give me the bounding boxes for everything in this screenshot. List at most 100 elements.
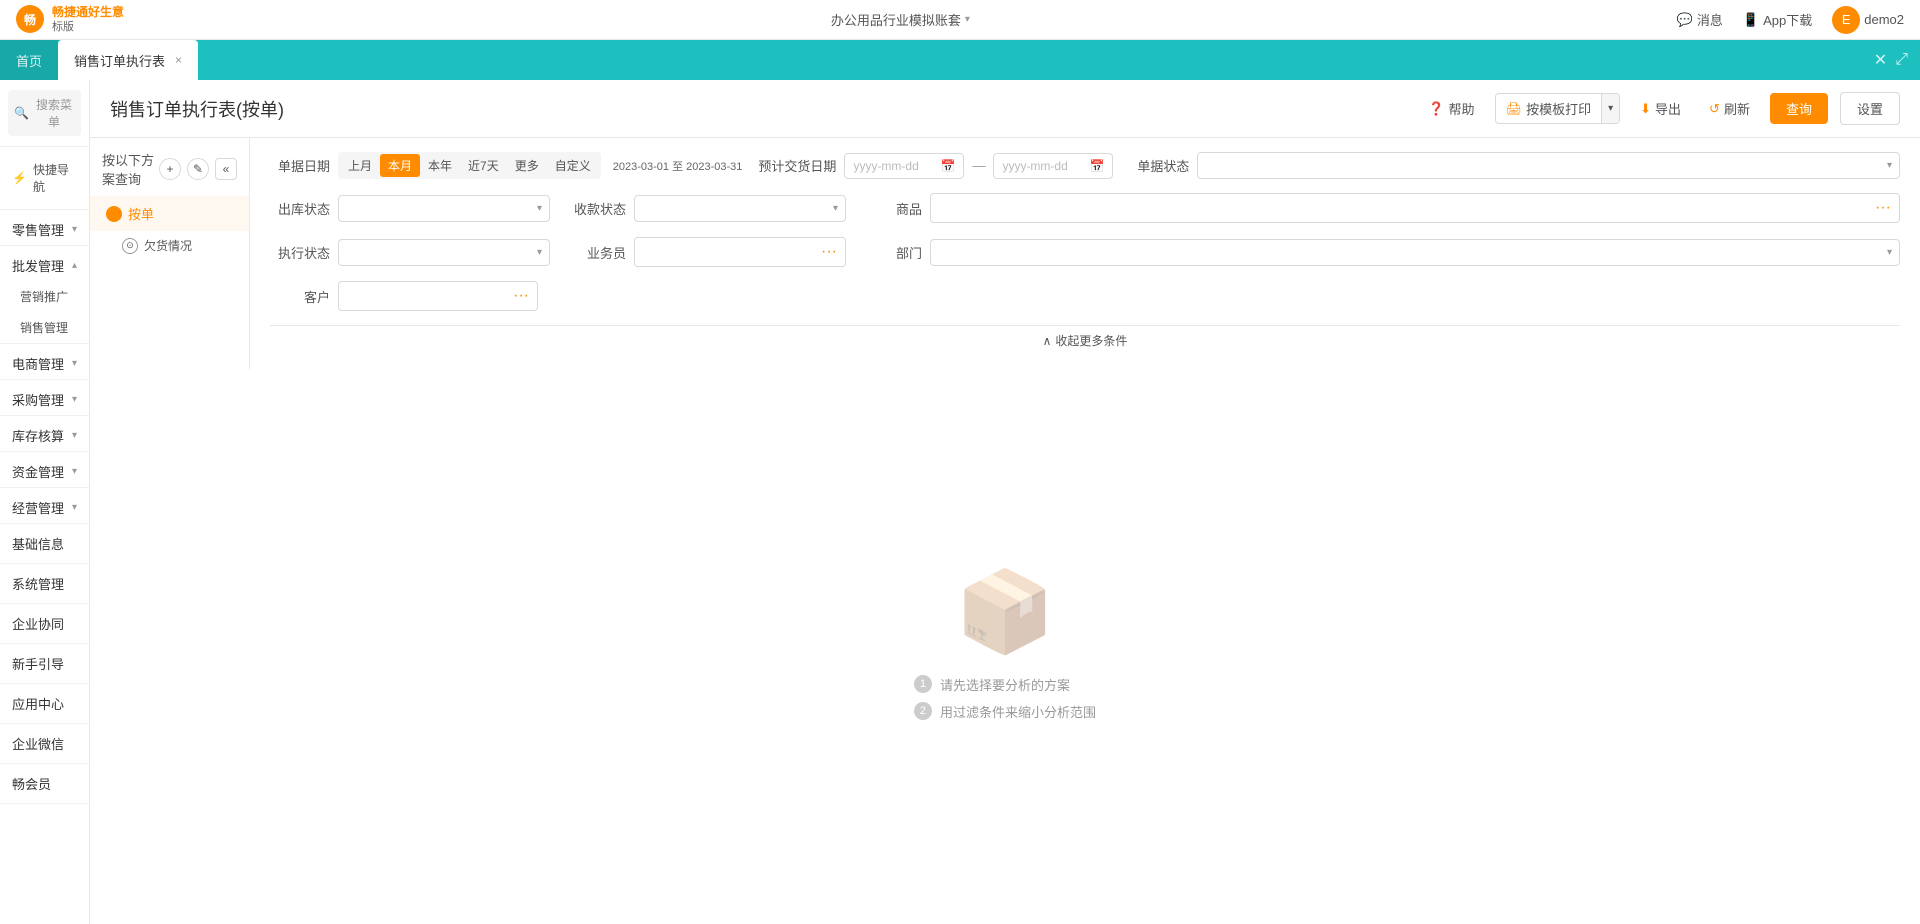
calendar-start-icon: 📅 xyxy=(940,159,955,173)
search-button[interactable]: 查询 xyxy=(1770,93,1828,124)
customer-dots-icon[interactable]: ··· xyxy=(513,287,529,305)
help-button[interactable]: ❓ 帮助 xyxy=(1420,95,1482,122)
date-tab-lastmonth[interactable]: 上月 xyxy=(340,154,380,177)
sidebar-item-quicknav[interactable]: ⚡ 快捷导航 xyxy=(0,153,89,203)
purchase-arrow-icon: ▾ xyxy=(72,394,77,405)
logo-text: 畅捷通好生意 标版 xyxy=(52,5,124,35)
filter-field-collect-status: 收款状态 ▾ xyxy=(566,195,846,222)
filter-sidebar-header: 按以下方案查询 + ✎ « xyxy=(90,150,249,196)
user-button[interactable]: E demo2 xyxy=(1832,6,1904,34)
date-range-text: 2023-03-01 至 2023-03-31 xyxy=(613,158,743,174)
exec-status-label: 执行状态 xyxy=(270,243,330,262)
goods-input[interactable]: ··· xyxy=(930,193,1900,223)
goods-dots-icon[interactable]: ··· xyxy=(1875,199,1891,217)
app-download-button[interactable]: 📱 App下载 xyxy=(1743,10,1812,29)
salesman-input[interactable]: ··· xyxy=(634,237,846,267)
dept-select[interactable] xyxy=(930,239,1900,266)
search-menu-button[interactable]: 🔍 搜索菜单 xyxy=(8,90,81,136)
date-tab-7days[interactable]: 近7天 xyxy=(460,154,507,177)
sidebar-item-apps[interactable]: 应用中心 xyxy=(0,684,89,724)
tab-active[interactable]: 销售订单执行表 × xyxy=(58,40,198,80)
filter-row-3: 执行状态 ▾ 业务员 ··· 部门 xyxy=(270,237,1900,267)
exec-status-select[interactable] xyxy=(338,239,550,266)
sidebar-item-coop[interactable]: 企业协同 xyxy=(0,604,89,644)
finance-arrow-icon: ▾ xyxy=(72,466,77,477)
message-icon: 💬 xyxy=(1677,12,1693,28)
empty-step-1: 1 请先选择要分析的方案 xyxy=(914,675,1096,694)
filter-field-dept: 部门 ▾ xyxy=(862,239,1900,266)
sidebar-item-member[interactable]: 畅会员 xyxy=(0,764,89,804)
sidebar-section-operation: 经营管理 ▾ xyxy=(0,488,89,524)
add-scheme-button[interactable]: + xyxy=(159,158,181,180)
collapse-sidebar-button[interactable]: « xyxy=(215,158,237,180)
sidebar-item-system[interactable]: 系统管理 xyxy=(0,564,89,604)
sidebar-item-retail[interactable]: 零售管理 ▾ xyxy=(0,210,89,245)
tab-close-icon[interactable]: × xyxy=(175,53,182,67)
scheme-sub-arrears[interactable]: ⊙ 欠货情况 xyxy=(90,231,249,260)
header-right: 💬 消息 📱 App下载 E demo2 xyxy=(1677,6,1904,34)
search-icon: 🔍 xyxy=(14,106,29,120)
date-tab-more[interactable]: 更多 xyxy=(507,154,547,177)
status-select[interactable] xyxy=(1197,152,1900,179)
sidebar-item-inventory[interactable]: 库存核算 ▾ xyxy=(0,416,89,451)
empty-steps-list: 1 请先选择要分析的方案 2 用过滤条件来缩小分析范围 xyxy=(914,675,1096,729)
main-layout: 🔍 搜索菜单 ⚡ 快捷导航 零售管理 ▾ 批发管理 ▴ 营销推广 销售管理 xyxy=(0,80,1920,924)
scheme-item-by-order[interactable]: 按单 xyxy=(90,196,249,231)
date-tab-thisyear[interactable]: 本年 xyxy=(420,154,460,177)
date-tab-thismonth[interactable]: 本月 xyxy=(380,154,420,177)
tab-close-window-icon[interactable]: ✕ xyxy=(1874,50,1887,70)
date-tab-custom[interactable]: 自定义 xyxy=(547,154,599,177)
print-dropdown-button[interactable]: ▾ xyxy=(1601,94,1619,123)
collapse-filter-button[interactable]: ∧ 收起更多条件 xyxy=(270,325,1900,355)
sidebar-item-purchase[interactable]: 采购管理 ▾ xyxy=(0,380,89,415)
sidebar-item-wholesale[interactable]: 批发管理 ▴ xyxy=(0,246,89,281)
customer-input[interactable]: ··· xyxy=(338,281,538,311)
print-icon: 🖨 xyxy=(1506,101,1523,117)
sidebar-item-basic[interactable]: 基础信息 xyxy=(0,524,89,564)
date-tabs: 上月 本月 本年 近7天 更多 自定义 xyxy=(338,152,601,179)
logo-icon: 畅 xyxy=(16,5,44,33)
collect-status-select[interactable] xyxy=(634,195,846,222)
page-title: 销售订单执行表(按单) xyxy=(110,96,284,122)
salesman-dots-icon[interactable]: ··· xyxy=(821,243,837,261)
top-header: 畅 畅捷通好生意 标版 办公用品行业模拟账套 ▾ 💬 消息 📱 App下载 E … xyxy=(0,0,1920,40)
expected-date-start-input[interactable]: yyyy-mm-dd 📅 xyxy=(844,153,964,179)
refresh-button[interactable]: ↺ 刷新 xyxy=(1701,95,1758,122)
sidebar-item-wechat[interactable]: 企业微信 xyxy=(0,724,89,764)
sidebar-item-finance[interactable]: 资金管理 ▾ xyxy=(0,452,89,487)
tab-maximize-icon[interactable]: ⤢ xyxy=(1895,51,1908,69)
date-label: 单据日期 xyxy=(270,156,330,175)
tab-home[interactable]: 首页 xyxy=(0,40,58,80)
out-status-label: 出库状态 xyxy=(270,199,330,218)
print-button-group: 🖨 按模板打印 ▾ xyxy=(1495,93,1621,124)
salesman-label: 业务员 xyxy=(566,243,626,262)
export-button[interactable]: ⬇ 导出 xyxy=(1632,95,1689,122)
wholesale-arrow-icon: ▴ xyxy=(72,260,77,271)
page-header: 销售订单执行表(按单) ❓ 帮助 🖨 按模板打印 ▾ ⬇ 导出 xyxy=(90,80,1920,138)
out-status-select[interactable] xyxy=(338,195,550,222)
message-button[interactable]: 💬 消息 xyxy=(1677,10,1723,29)
sidebar-section-retail: 零售管理 ▾ xyxy=(0,210,89,246)
step-num-1: 1 xyxy=(914,675,932,693)
step-num-2: 2 xyxy=(914,702,932,720)
filter-field-salesman: 业务员 ··· xyxy=(566,237,846,267)
sidebar-item-ecommerce[interactable]: 电商管理 ▾ xyxy=(0,344,89,379)
sidebar-item-operation[interactable]: 经营管理 ▾ xyxy=(0,488,89,523)
header-center: 办公用品行业模拟账套 ▾ xyxy=(831,10,970,29)
sidebar-item-guide[interactable]: 新手引导 xyxy=(0,644,89,684)
edit-scheme-button[interactable]: ✎ xyxy=(187,158,209,180)
sidebar-section-finance: 资金管理 ▾ xyxy=(0,452,89,488)
page-actions: ❓ 帮助 🖨 按模板打印 ▾ ⬇ 导出 ↺ 刷新 xyxy=(1420,92,1900,125)
header-dropdown-icon[interactable]: ▾ xyxy=(965,14,970,25)
settings-button[interactable]: 设置 xyxy=(1840,92,1900,125)
calendar-end-icon: 📅 xyxy=(1089,159,1104,173)
help-icon: ❓ xyxy=(1428,101,1444,117)
print-main-button[interactable]: 🖨 按模板打印 xyxy=(1496,94,1602,123)
sidebar-item-sales[interactable]: 销售管理 xyxy=(0,312,89,343)
expected-date-end-input[interactable]: yyyy-mm-dd 📅 xyxy=(993,153,1113,179)
app-download-icon: 📱 xyxy=(1743,12,1759,28)
sidebar-section-purchase: 采购管理 ▾ xyxy=(0,380,89,416)
filter-sidebar: 按以下方案查询 + ✎ « 按单 ⊙ 欠货情况 xyxy=(90,138,250,369)
sidebar-item-marketing[interactable]: 营销推广 xyxy=(0,281,89,312)
filter-field-goods: 商品 ··· xyxy=(862,193,1900,223)
